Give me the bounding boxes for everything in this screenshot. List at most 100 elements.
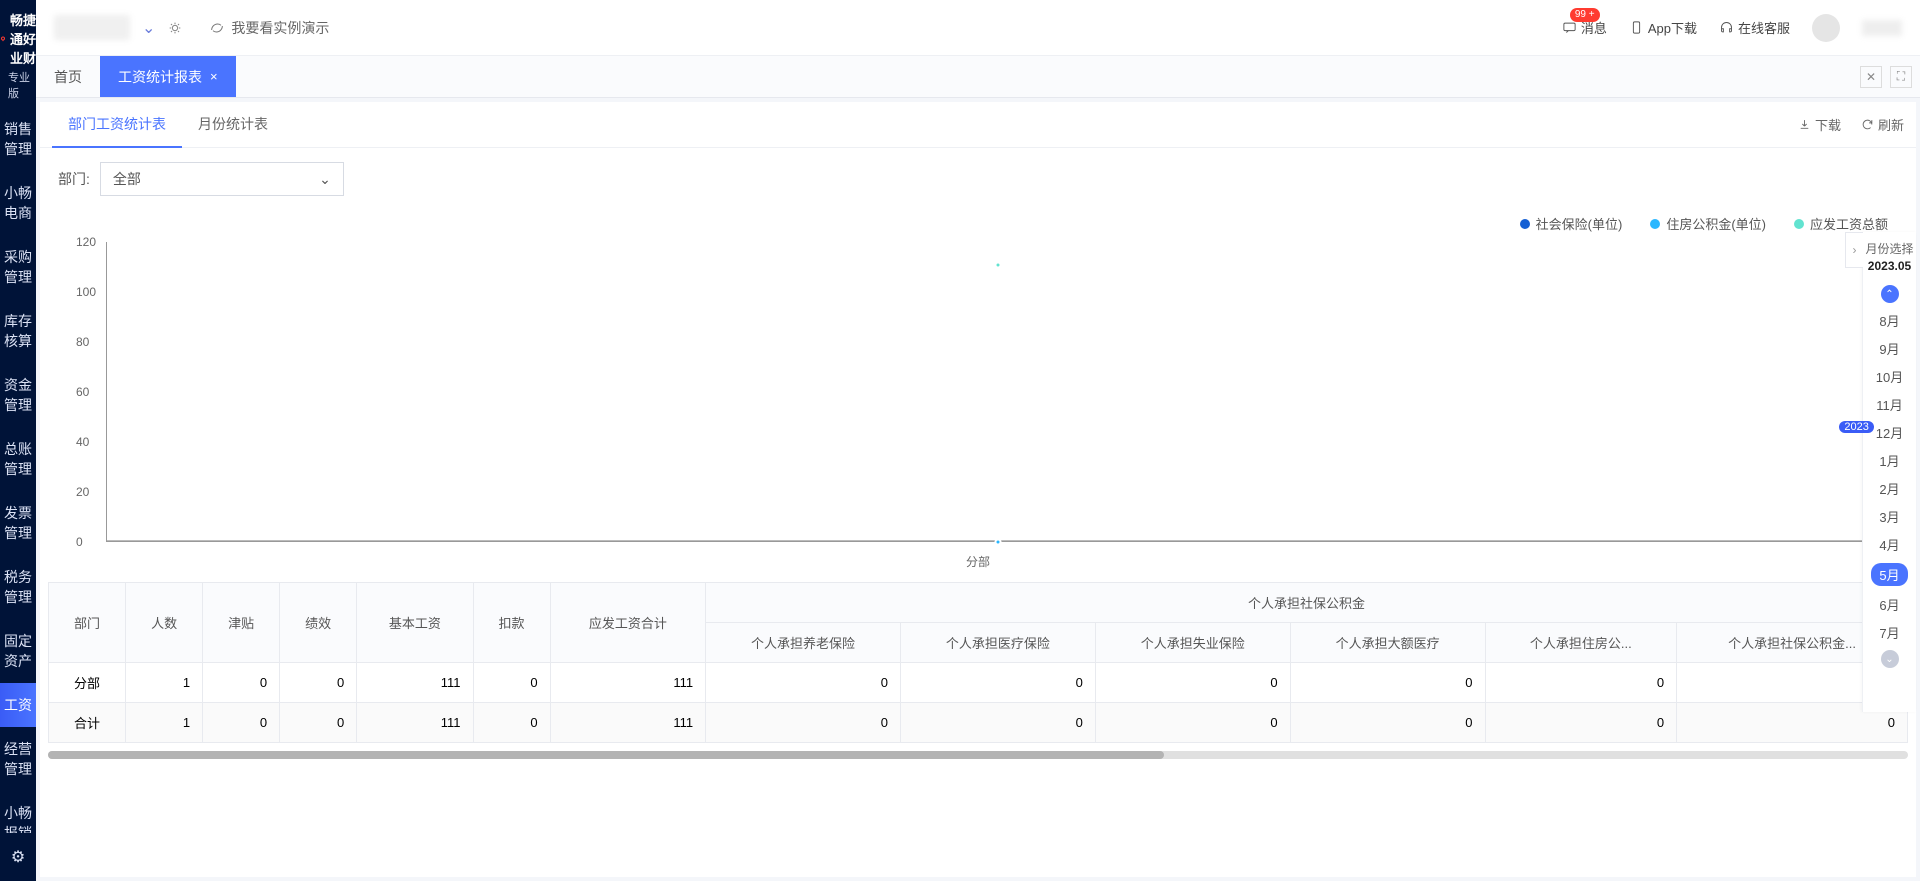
y-tick: 100	[76, 285, 96, 299]
table-header: 绩效	[280, 583, 357, 663]
legend-item[interactable]: 社会保险(单位)	[1520, 214, 1623, 233]
chart-area: 社会保险(单位)住房公积金(单位)应发工资总额 分部 0204060801001…	[58, 210, 1898, 570]
subtab[interactable]: 部门工资统计表	[52, 102, 182, 148]
month-item[interactable]: 12月	[1872, 423, 1907, 442]
department-select[interactable]: 全部 ⌄	[100, 162, 344, 196]
page-tabs: 首页工资统计报表× ✕ ⛶	[36, 56, 1920, 98]
sidebar-item[interactable]: 采购管理	[0, 235, 36, 299]
brand-logo-icon	[0, 30, 6, 48]
table-header: 个人承担大额医疗	[1290, 623, 1485, 663]
username[interactable]	[1862, 20, 1902, 36]
month-item[interactable]: 5月	[1871, 563, 1907, 586]
sidebar-item[interactable]: 小畅电商	[0, 171, 36, 235]
brand-block: 畅捷通好业财 专业版	[0, 0, 36, 107]
sidebar-item[interactable]: 经营管理	[0, 727, 36, 791]
month-item[interactable]: 7月	[1875, 623, 1903, 642]
month-item[interactable]: 6月	[1875, 595, 1903, 614]
sidebar-item[interactable]: 资金管理	[0, 363, 36, 427]
table-header: 个人承担养老保险	[706, 623, 901, 663]
demo-link[interactable]: 我要看实例演示	[209, 18, 329, 38]
topbar: ⌄ 我要看实例演示 99 + 消息 App下载	[36, 0, 1920, 56]
horizontal-scrollbar[interactable]	[48, 751, 1908, 759]
demo-icon	[209, 20, 225, 36]
legend-item[interactable]: 住房公积金(单位)	[1650, 214, 1766, 233]
month-item[interactable]: 4月	[1875, 535, 1903, 554]
app-download-button[interactable]: App下载	[1629, 18, 1697, 37]
org-chevron-down-icon[interactable]: ⌄	[142, 18, 155, 38]
sidebar-item[interactable]: 总账管理	[0, 427, 36, 491]
tab-close-icon[interactable]: ✕	[1860, 66, 1882, 88]
message-icon	[1562, 20, 1577, 35]
y-tick: 0	[76, 535, 83, 549]
y-tick: 40	[76, 435, 89, 449]
month-panel-collapse-icon[interactable]: ›	[1845, 232, 1863, 268]
filter-label: 部门:	[58, 169, 90, 189]
y-tick: 120	[76, 235, 96, 249]
app-download-label: App下载	[1648, 18, 1697, 37]
y-tick: 80	[76, 335, 89, 349]
month-list: 2023 8月9月10月11月12月1月2月3月4月5月6月7月	[1871, 311, 1907, 642]
settings-icon[interactable]: ⚙	[11, 847, 25, 867]
chart-point	[995, 261, 1002, 268]
legend-item[interactable]: 应发工资总额	[1794, 214, 1888, 233]
chevron-down-icon: ⌄	[319, 171, 331, 188]
avatar[interactable]	[1812, 14, 1840, 42]
month-item[interactable]: 2月	[1875, 479, 1903, 498]
download-button[interactable]: 下载	[1798, 115, 1841, 134]
sidebar-item[interactable]: 固定资产	[0, 619, 36, 683]
fullscreen-icon[interactable]: ⛶	[1890, 66, 1912, 88]
refresh-button[interactable]: 刷新	[1861, 115, 1904, 134]
tab-close-x-icon[interactable]: ×	[210, 69, 218, 84]
table-header-group: 个人承担社保公积金	[706, 583, 1908, 623]
side-menu: 销售管理小畅电商采购管理库存核算资金管理总账管理发票管理税务管理固定资产工资经营…	[0, 107, 36, 833]
messages-button[interactable]: 99 + 消息	[1562, 18, 1607, 37]
headset-icon	[1719, 20, 1734, 35]
table-header: 扣款	[473, 583, 550, 663]
salary-table: 部门人数津贴绩效基本工资扣款应发工资合计个人承担社保公积金个人承担养老保险个人承…	[48, 582, 1908, 743]
download-label: 下载	[1815, 115, 1841, 134]
month-panel: › 月份选择 2023.05 ⌃ 2023 8月9月10月11月12月1月2月3…	[1862, 232, 1916, 712]
month-item[interactable]: 9月	[1875, 339, 1903, 358]
refresh-label: 刷新	[1878, 115, 1904, 134]
month-item[interactable]: 3月	[1875, 507, 1903, 526]
demo-link-label: 我要看实例演示	[231, 18, 329, 38]
month-item[interactable]: 8月	[1875, 311, 1903, 330]
table-header: 个人承担失业保险	[1095, 623, 1290, 663]
y-tick: 20	[76, 485, 89, 499]
table-row: 合计1001110111000000	[49, 703, 1908, 743]
messages-badge: 99 +	[1570, 8, 1600, 22]
table-header: 个人承担医疗保险	[900, 623, 1095, 663]
month-panel-title: 月份选择	[1865, 240, 1913, 257]
brand-edition: 专业版	[8, 69, 36, 101]
sidebar-item[interactable]: 库存核算	[0, 299, 36, 363]
table-row: 分部1001110111000000	[49, 663, 1908, 703]
month-panel-selected: 2023.05	[1868, 259, 1911, 273]
sidebar-item[interactable]: 工资	[0, 683, 36, 727]
sidebar-item[interactable]: 发票管理	[0, 491, 36, 555]
filter-row: 部门: 全部 ⌄	[40, 148, 1916, 210]
page-tab[interactable]: 首页	[36, 56, 100, 97]
page-tab[interactable]: 工资统计报表×	[100, 56, 236, 97]
topbar-gear-icon[interactable]	[167, 20, 183, 36]
year-tag: 2023	[1839, 421, 1873, 433]
subtab[interactable]: 月份统计表	[182, 102, 284, 148]
month-scroll-down-icon[interactable]: ⌄	[1881, 650, 1899, 668]
department-select-value: 全部	[113, 169, 141, 189]
org-name[interactable]	[54, 15, 130, 40]
sidebar-item[interactable]: 小畅报销	[0, 791, 36, 833]
month-scroll-up-icon[interactable]: ⌃	[1881, 285, 1899, 303]
phone-icon	[1629, 20, 1644, 35]
online-service-button[interactable]: 在线客服	[1719, 18, 1790, 37]
month-item[interactable]: 1月	[1875, 451, 1903, 470]
month-item[interactable]: 10月	[1872, 367, 1907, 386]
sidebar-item[interactable]: 销售管理	[0, 107, 36, 171]
sidebar: 畅捷通好业财 专业版 销售管理小畅电商采购管理库存核算资金管理总账管理发票管理税…	[0, 0, 36, 881]
table-wrap[interactable]: 部门人数津贴绩效基本工资扣款应发工资合计个人承担社保公积金个人承担养老保险个人承…	[48, 582, 1908, 743]
table-header: 人数	[126, 583, 203, 663]
sidebar-item[interactable]: 税务管理	[0, 555, 36, 619]
table-header: 基本工资	[357, 583, 473, 663]
main-area: ⌄ 我要看实例演示 99 + 消息 App下载	[36, 0, 1920, 881]
download-icon	[1798, 118, 1811, 131]
month-item[interactable]: 11月	[1872, 395, 1907, 414]
table-header: 个人承担住房公...	[1485, 623, 1677, 663]
